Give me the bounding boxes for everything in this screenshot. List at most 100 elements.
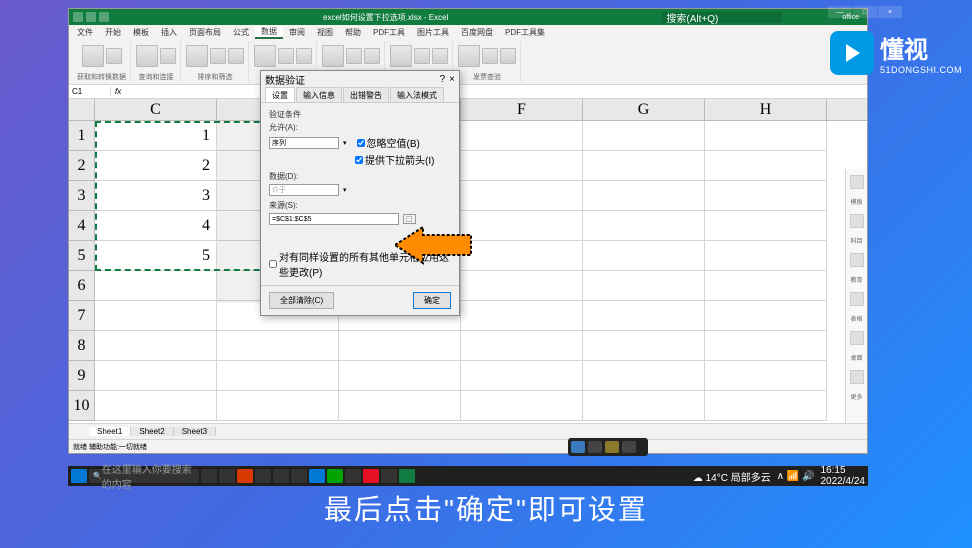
spreadsheet-grid[interactable]: CFGH 12345678910 12345 模板科目教育表格桌面更多: [69, 99, 867, 423]
ribbon-icon[interactable]: [254, 45, 276, 67]
ribbon-icon[interactable]: [296, 48, 312, 64]
close-button[interactable]: ×: [878, 6, 902, 18]
cell[interactable]: [583, 391, 705, 421]
cell[interactable]: [583, 271, 705, 301]
dialog-tab-0[interactable]: 设置: [265, 87, 295, 102]
cell[interactable]: 4: [95, 211, 217, 241]
cell[interactable]: [95, 391, 217, 421]
ribbon-icon[interactable]: [278, 48, 294, 64]
app-icon-4[interactable]: [291, 469, 307, 483]
ribbon-icon[interactable]: [364, 48, 380, 64]
row-header[interactable]: 9: [69, 361, 94, 391]
data-select[interactable]: 介于: [269, 184, 339, 196]
cell[interactable]: [583, 121, 705, 151]
col-header[interactable]: C: [95, 99, 217, 120]
cell[interactable]: [461, 121, 583, 151]
dropdown-checkbox[interactable]: 提供下拉箭头(I): [355, 152, 434, 167]
start-button[interactable]: [71, 469, 87, 483]
menu-3[interactable]: 插入: [155, 27, 183, 38]
ribbon-icon[interactable]: [458, 45, 480, 67]
ignore-blank-checkbox[interactable]: 忽略空值(B): [357, 135, 420, 150]
floating-controls[interactable]: [568, 438, 648, 456]
clear-all-button[interactable]: 全部清除(C): [269, 292, 334, 309]
row-header[interactable]: 4: [69, 211, 94, 241]
ribbon-icon[interactable]: [160, 48, 176, 64]
name-box[interactable]: C1: [69, 87, 111, 96]
cell[interactable]: [705, 181, 827, 211]
ribbon-icon[interactable]: [390, 45, 412, 67]
row-header[interactable]: 1: [69, 121, 94, 151]
app-icon-8[interactable]: [363, 469, 379, 483]
app-icon-7[interactable]: [345, 469, 361, 483]
cell[interactable]: [705, 391, 827, 421]
cell[interactable]: 5: [95, 241, 217, 271]
cell[interactable]: [95, 271, 217, 301]
ribbon-icon[interactable]: [82, 45, 104, 67]
cell[interactable]: [461, 271, 583, 301]
tray-icons[interactable]: ∧ 📶 🔊: [777, 471, 815, 482]
close-icon[interactable]: ×: [449, 74, 455, 85]
cell[interactable]: [339, 361, 461, 391]
cell[interactable]: [705, 241, 827, 271]
cell[interactable]: [705, 121, 827, 151]
save-icon[interactable]: [73, 12, 83, 22]
ctl-d[interactable]: [622, 441, 636, 453]
taskbar-search[interactable]: 🔍 在这里输入你要搜索的内容: [89, 469, 199, 483]
cell[interactable]: [339, 331, 461, 361]
cell[interactable]: [583, 151, 705, 181]
clock[interactable]: 16:152022/4/24: [821, 465, 866, 487]
row-header[interactable]: 6: [69, 271, 94, 301]
row-header[interactable]: 2: [69, 151, 94, 181]
cell[interactable]: [583, 301, 705, 331]
cell[interactable]: 2: [95, 151, 217, 181]
ribbon-icon[interactable]: [432, 48, 448, 64]
cell[interactable]: [583, 181, 705, 211]
cell[interactable]: [217, 391, 339, 421]
app-icon-9[interactable]: [381, 469, 397, 483]
col-header[interactable]: F: [461, 99, 583, 120]
menu-2[interactable]: 模板: [127, 27, 155, 38]
row-header[interactable]: 7: [69, 301, 94, 331]
allow-select[interactable]: 序列: [269, 137, 339, 149]
ribbon-icon[interactable]: [228, 48, 244, 64]
ribbon-icon[interactable]: [186, 45, 208, 67]
menu-10[interactable]: PDF工具: [367, 27, 411, 38]
cell[interactable]: [583, 361, 705, 391]
cell[interactable]: [461, 301, 583, 331]
ribbon-icon[interactable]: [414, 48, 430, 64]
menu-5[interactable]: 公式: [227, 27, 255, 38]
ribbon-icon[interactable]: [346, 48, 362, 64]
ribbon-icon[interactable]: [482, 48, 498, 64]
cell[interactable]: 1: [95, 121, 217, 151]
ok-button[interactable]: 确定: [413, 292, 451, 309]
cell[interactable]: [95, 301, 217, 331]
app-icon-6[interactable]: [327, 469, 343, 483]
range-picker-icon[interactable]: ⬚: [403, 214, 416, 224]
minimize-button[interactable]: —: [828, 6, 852, 18]
cell[interactable]: [461, 331, 583, 361]
fx-label[interactable]: fx: [111, 87, 125, 96]
menu-11[interactable]: 图片工具: [411, 27, 455, 38]
help-icon[interactable]: ?: [440, 74, 446, 85]
system-tray[interactable]: ☁ 14°C 局部多云 ∧ 📶 🔊 16:152022/4/24: [693, 465, 865, 487]
ribbon-icon[interactable]: [500, 48, 516, 64]
search-box[interactable]: 搜索(Alt+Q): [662, 12, 782, 23]
cells[interactable]: 12345: [95, 121, 867, 423]
ribbon-icon[interactable]: [136, 45, 158, 67]
source-input[interactable]: [269, 213, 399, 225]
cell[interactable]: [461, 361, 583, 391]
task-view-icon[interactable]: [201, 469, 217, 483]
cell[interactable]: [705, 151, 827, 181]
sheet-tab[interactable]: Sheet1: [89, 427, 131, 436]
apply-same-checkbox[interactable]: 对有同样设置的所有其他单元格应用这些更改(P): [269, 249, 451, 279]
menu-6[interactable]: 数据: [255, 26, 283, 39]
cell[interactable]: [339, 391, 461, 421]
cell[interactable]: [461, 211, 583, 241]
excel-taskbar-icon[interactable]: [399, 469, 415, 483]
ctl-b[interactable]: [588, 441, 602, 453]
row-header[interactable]: 10: [69, 391, 94, 421]
maximize-button[interactable]: □: [853, 6, 877, 18]
ribbon-icon[interactable]: [322, 45, 344, 67]
ribbon-icon[interactable]: [106, 48, 122, 64]
sheet-tab[interactable]: Sheet3: [174, 427, 216, 436]
